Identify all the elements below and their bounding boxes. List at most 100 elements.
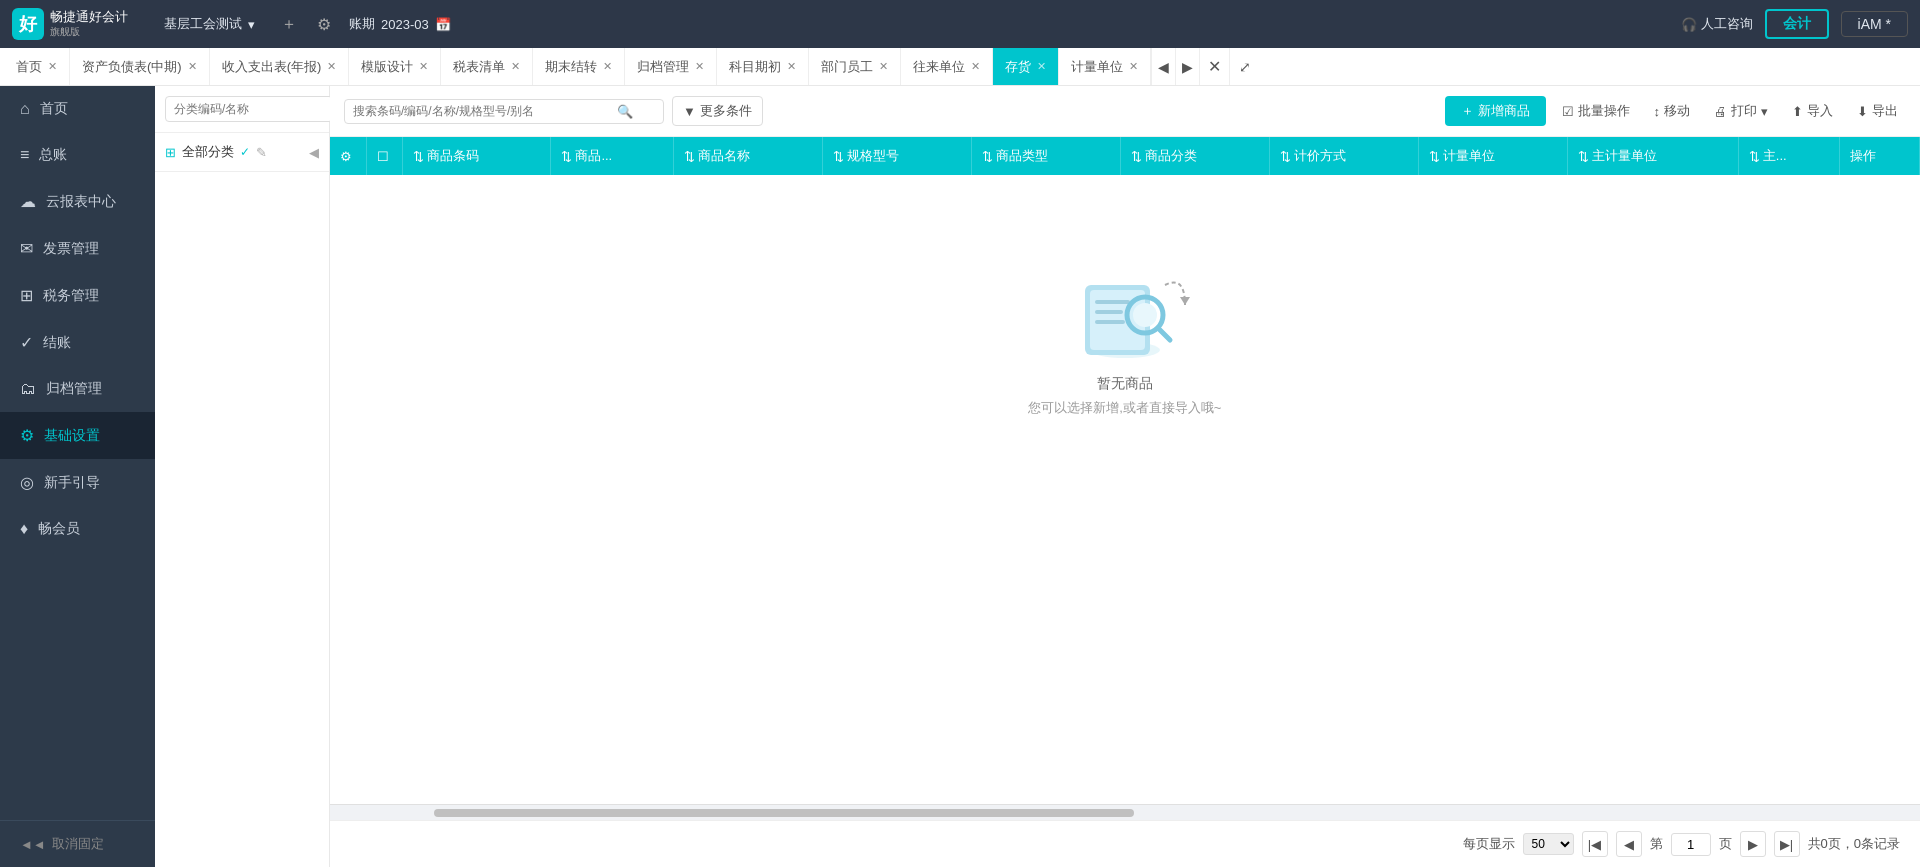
sidebar-item-invoice[interactable]: ✉ 发票管理 [0, 225, 155, 272]
move-btn[interactable]: ↕ 移动 [1646, 97, 1699, 125]
settings-icon[interactable]: ⚙ [311, 13, 337, 36]
collapse-left-panel-icon[interactable]: ◀ [309, 145, 319, 160]
sidebar-item-member-label: 畅会员 [38, 520, 80, 538]
first-page-btn[interactable]: |◀ [1582, 831, 1608, 857]
tab-inventory[interactable]: 存货 ✕ [993, 48, 1059, 86]
th-name: ⇅商品名称 [674, 137, 823, 175]
ai-consult-btn[interactable]: 🎧 人工咨询 [1681, 15, 1753, 33]
tab-subject[interactable]: 科目期初 ✕ [717, 48, 809, 86]
tab-assets-close[interactable]: ✕ [188, 60, 197, 73]
last-page-btn[interactable]: ▶| [1774, 831, 1800, 857]
tab-income[interactable]: 收入支出表(年报) ✕ [210, 48, 350, 86]
tab-dept-close[interactable]: ✕ [879, 60, 888, 73]
tab-archive-close[interactable]: ✕ [695, 60, 704, 73]
tab-home[interactable]: 首页 ✕ [4, 48, 70, 86]
horizontal-scrollbar[interactable] [330, 804, 1920, 820]
product-search-bar[interactable]: 🔍 [344, 99, 664, 124]
add-tab-btn[interactable]: ＋ [275, 12, 303, 37]
ai-consult-label: 人工咨询 [1701, 15, 1753, 33]
sidebar-item-settings[interactable]: ⚙ 基础设置 [0, 412, 155, 459]
sidebar-item-archive[interactable]: 🗂 归档管理 [0, 366, 155, 412]
th-category: ⇅商品分类 [1121, 137, 1270, 175]
sidebar-item-home[interactable]: ⌂ 首页 [0, 86, 155, 132]
import-btn[interactable]: ⬆ 导入 [1784, 97, 1841, 125]
th-barcode: ⇅商品条码 [402, 137, 551, 175]
iam-button[interactable]: iAM * [1841, 11, 1908, 37]
search-icon[interactable]: 🔍 [617, 104, 633, 119]
sidebar-item-checkout[interactable]: ✓ 结账 [0, 319, 155, 366]
tab-prev-btn[interactable]: ◀ [1151, 48, 1175, 86]
print-label: 打印 [1731, 102, 1757, 120]
sidebar-item-tax[interactable]: ⊞ 税务管理 [0, 272, 155, 319]
tab-period-close-label: 期末结转 [545, 58, 597, 76]
per-page-select[interactable]: 50 100 200 [1523, 833, 1574, 855]
filter-btn[interactable]: ▼ 更多条件 [672, 96, 763, 126]
product-table-container: ⚙ ☐ ⇅商品条码 ⇅商品... ⇅商品名称 ⇅规格型号 ⇅商品类型 ⇅商品分类… [330, 137, 1920, 804]
sidebar-item-guide[interactable]: ◎ 新手引导 [0, 459, 155, 506]
tab-period-close[interactable]: 期末结转 ✕ [533, 48, 625, 86]
tab-next-btn[interactable]: ▶ [1175, 48, 1199, 86]
scroll-thumb[interactable] [434, 809, 1134, 817]
headset-icon: 🎧 [1681, 17, 1697, 32]
period-label: 账期 [349, 15, 375, 33]
tab-tax-list-close[interactable]: ✕ [511, 60, 520, 73]
category-search-input[interactable] [165, 96, 333, 122]
page-number-input[interactable] [1671, 833, 1711, 856]
kuaiji-button[interactable]: 会计 [1765, 9, 1829, 39]
sidebar-item-reports[interactable]: ☁ 云报表中心 [0, 178, 155, 225]
member-icon: ♦ [20, 520, 28, 538]
tab-dept[interactable]: 部门员工 ✕ [809, 48, 901, 86]
tab-tax-list[interactable]: 税表清单 ✕ [441, 48, 533, 86]
tab-partner-label: 往来单位 [913, 58, 965, 76]
th-spec: ⇅规格型号 [823, 137, 972, 175]
top-bar-right: 🎧 人工咨询 会计 iAM * [1681, 9, 1908, 39]
guide-icon: ◎ [20, 473, 34, 492]
tab-close-all-btn[interactable]: ✕ [1199, 48, 1229, 86]
sidebar-item-archive-label: 归档管理 [46, 380, 102, 398]
project-selector[interactable]: 基层工会测试 ▾ [164, 15, 255, 33]
print-btn[interactable]: 🖨 打印 ▾ [1706, 97, 1776, 125]
svg-rect-3 [1095, 300, 1130, 304]
tab-assets-label: 资产负债表(中期) [82, 58, 182, 76]
export-btn[interactable]: ⬇ 导出 [1849, 97, 1906, 125]
import-label: 导入 [1807, 102, 1833, 120]
unpin-btn[interactable]: ◄◄ 取消固定 [0, 820, 155, 867]
logo-icon: 好 [12, 8, 44, 40]
sidebar-item-member[interactable]: ♦ 畅会员 [0, 506, 155, 552]
tab-expand-btn[interactable]: ⤢ [1229, 48, 1259, 86]
tab-subject-close[interactable]: ✕ [787, 60, 796, 73]
calendar-icon[interactable]: 📅 [435, 17, 451, 32]
th-checkbox[interactable]: ☐ [366, 137, 402, 175]
tab-template-label: 模版设计 [361, 58, 413, 76]
tab-template-close[interactable]: ✕ [419, 60, 428, 73]
category-check-icon: ✓ [240, 145, 250, 159]
page-label: 第 [1650, 835, 1663, 853]
tab-partner-close[interactable]: ✕ [971, 60, 980, 73]
tab-period-close-close[interactable]: ✕ [603, 60, 612, 73]
th-main-unit: ⇅主计量单位 [1567, 137, 1738, 175]
th-unit: ⇅计量单位 [1418, 137, 1567, 175]
tab-assets[interactable]: 资产负债表(中期) ✕ [70, 48, 210, 86]
category-edit-icon[interactable]: ✎ [256, 145, 267, 160]
tab-income-close[interactable]: ✕ [327, 60, 336, 73]
tab-inventory-close[interactable]: ✕ [1037, 60, 1046, 73]
tab-unit[interactable]: 计量单位 ✕ [1059, 48, 1151, 86]
tab-archive[interactable]: 归档管理 ✕ [625, 48, 717, 86]
th-settings[interactable]: ⚙ [330, 137, 366, 175]
tab-partner[interactable]: 往来单位 ✕ [901, 48, 993, 86]
tab-template[interactable]: 模版设计 ✕ [349, 48, 441, 86]
home-icon: ⌂ [20, 100, 30, 118]
next-page-btn[interactable]: ▶ [1740, 831, 1766, 857]
tab-home-close[interactable]: ✕ [48, 60, 57, 73]
new-product-btn[interactable]: ＋ 新增商品 [1445, 96, 1546, 126]
batch-op-btn[interactable]: ☑ 批量操作 [1554, 97, 1638, 125]
tab-dept-label: 部门员工 [821, 58, 873, 76]
tab-unit-close[interactable]: ✕ [1129, 60, 1138, 73]
product-search-input[interactable] [353, 104, 613, 118]
empty-illustration [1055, 255, 1195, 375]
prev-page-btn[interactable]: ◀ [1616, 831, 1642, 857]
page-suffix: 页 [1719, 835, 1732, 853]
sidebar-item-invoice-label: 发票管理 [43, 240, 99, 258]
sidebar-item-home-label: 首页 [40, 100, 68, 118]
sidebar-item-ledger[interactable]: ≡ 总账 [0, 132, 155, 178]
